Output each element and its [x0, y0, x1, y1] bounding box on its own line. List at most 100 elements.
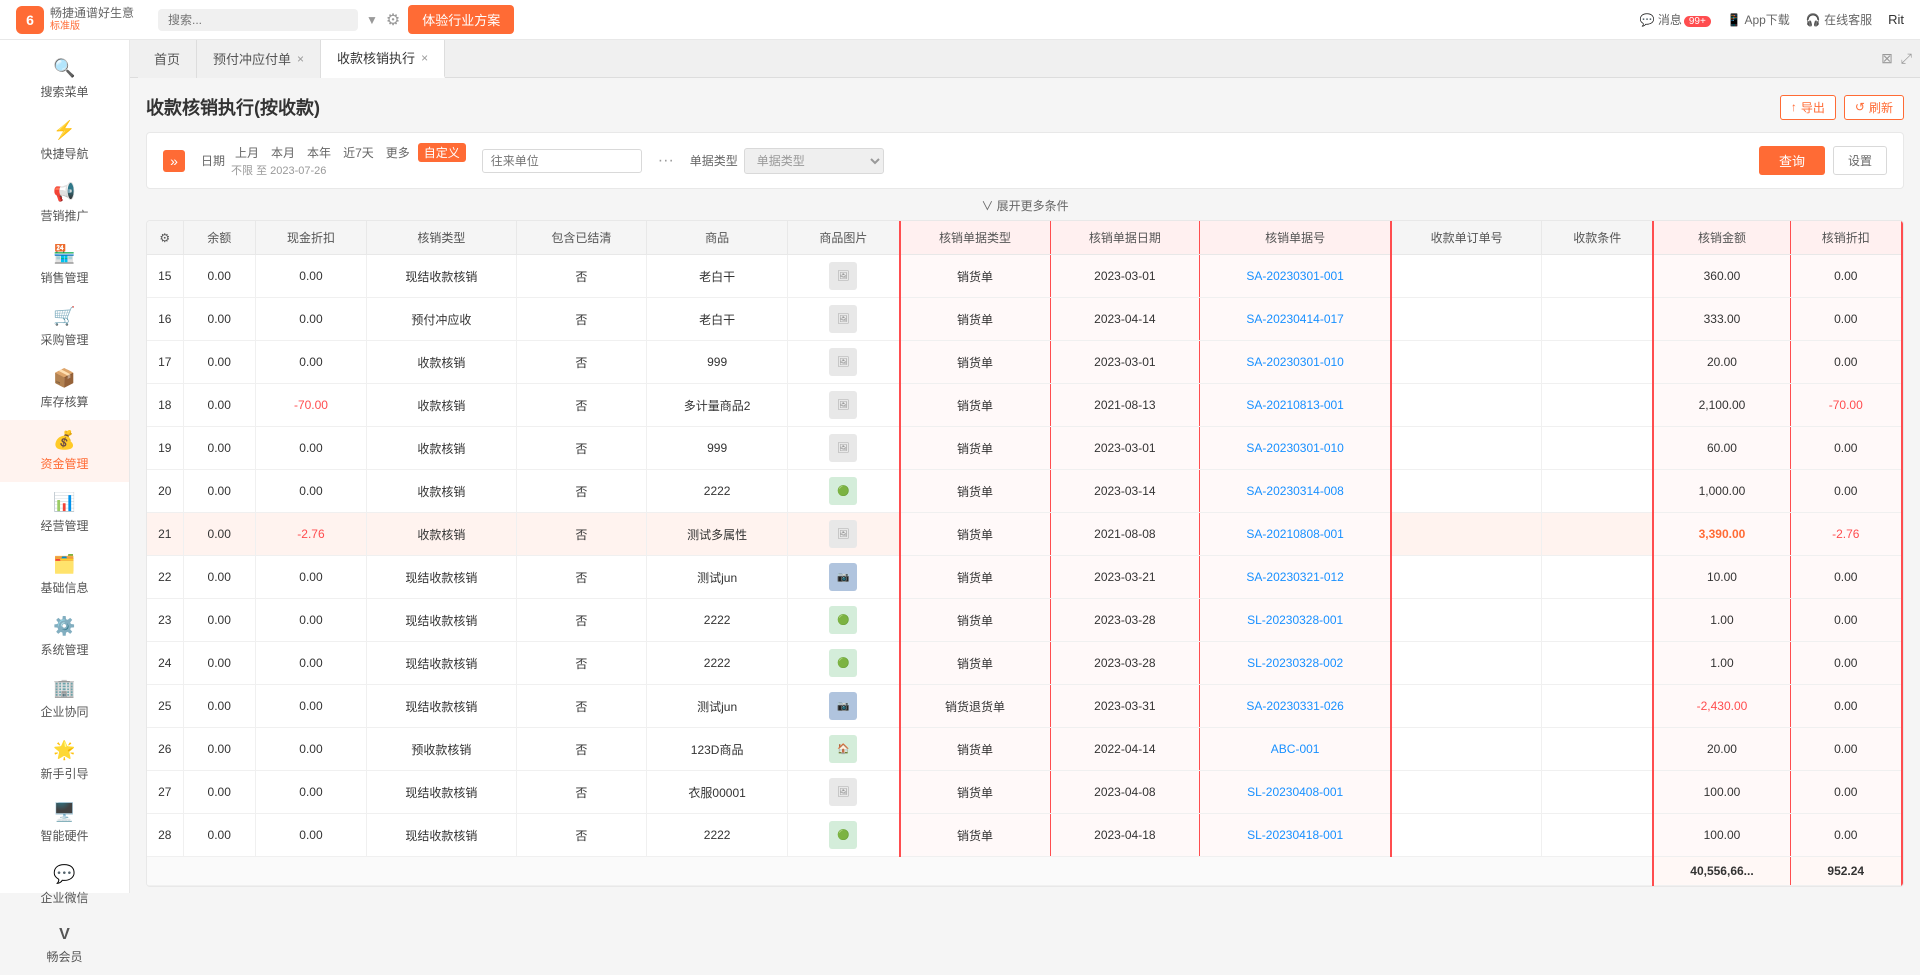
tab-receipt-close[interactable]: × — [421, 51, 428, 65]
col-gear[interactable]: ⚙ — [147, 221, 183, 255]
date-7days[interactable]: 近7天 — [339, 143, 378, 162]
cell-goods-img: 🖼 — [788, 298, 900, 341]
cell-bill-no[interactable]: SA-20230331-026 — [1200, 685, 1391, 728]
date-cur-month[interactable]: 本月 — [267, 143, 299, 162]
sidebar-item-member[interactable]: V 畅会员 — [0, 916, 129, 975]
cell-bill-no[interactable]: SA-20230301-010 — [1200, 341, 1391, 384]
sidebar-item-system[interactable]: ⚙️ 系统管理 — [0, 606, 129, 668]
sidebar-item-quicknav[interactable]: ⚡ 快捷导航 — [0, 110, 129, 172]
cell-include-settled: 否 — [516, 298, 646, 341]
date-prev-month[interactable]: 上月 — [231, 143, 263, 162]
cell-include-settled: 否 — [516, 771, 646, 814]
bill-no-link[interactable]: SA-20230301-010 — [1246, 441, 1343, 455]
sidebar-item-corp[interactable]: 🏢 企业协同 — [0, 668, 129, 730]
expand-more-btn[interactable]: ∨ 展开更多条件 — [981, 199, 1068, 213]
cell-cash-discount: 0.00 — [255, 685, 366, 728]
cell-bill-no[interactable]: SL-20230408-001 — [1200, 771, 1391, 814]
cell-receipt-cond — [1542, 427, 1654, 470]
cell-bill-no[interactable]: SL-20230418-001 — [1200, 814, 1391, 857]
cell-bill-no[interactable]: SL-20230328-001 — [1200, 599, 1391, 642]
sidebar-item-purchase[interactable]: 🛒 采购管理 — [0, 296, 129, 358]
counterpart-input[interactable] — [482, 149, 642, 173]
tab-prepay[interactable]: 预付冲应付单 × — [197, 40, 321, 78]
cell-bill-no[interactable]: SA-20210813-001 — [1200, 384, 1391, 427]
col-cancel-amt: 核销金额 — [1653, 221, 1790, 255]
settings-button[interactable]: 设置 — [1833, 146, 1887, 175]
tab-close-all-icon[interactable]: ⊠ — [1881, 50, 1893, 67]
cell-cancel-amt: 10.00 — [1653, 556, 1790, 599]
bill-no-link[interactable]: SA-20230321-012 — [1246, 570, 1343, 584]
cell-bill-no[interactable]: SL-20230328-002 — [1200, 642, 1391, 685]
query-button[interactable]: 查询 — [1759, 146, 1825, 175]
bill-no-link[interactable]: SA-20230414-017 — [1246, 312, 1343, 326]
cell-bill-no[interactable]: SA-20230414-017 — [1200, 298, 1391, 341]
cell-cash-discount: 0.00 — [255, 728, 366, 771]
sidebar-item-hardware[interactable]: 🖥️ 智能硬件 — [0, 792, 129, 854]
bill-no-link[interactable]: SA-20230331-026 — [1246, 699, 1343, 713]
cell-cash-discount: 0.00 — [255, 470, 366, 513]
cell-receipt-order — [1391, 728, 1541, 771]
date-more[interactable]: 更多 — [382, 143, 414, 162]
bill-no-link[interactable]: SA-20230301-010 — [1246, 355, 1343, 369]
table-row: 27 0.00 0.00 现结收款核销 否 衣服00001 🖼 销货单 2023… — [147, 771, 1902, 814]
cell-bill-no[interactable]: SA-20230301-010 — [1200, 427, 1391, 470]
cell-goods: 老白干 — [647, 255, 788, 298]
message-icon[interactable]: 💬 消息99+ — [1640, 11, 1711, 28]
bill-no-link[interactable]: SL-20230328-002 — [1247, 656, 1343, 670]
bill-no-link[interactable]: SA-20230301-001 — [1246, 269, 1343, 283]
footer-spacer — [147, 857, 1653, 886]
bill-no-link[interactable]: SL-20230408-001 — [1247, 785, 1343, 799]
search-input[interactable] — [158, 9, 358, 31]
bill-type-select[interactable]: 单据类型 — [744, 148, 884, 174]
sidebar-item-finance[interactable]: 💰 资金管理 — [0, 420, 129, 482]
online-service-link[interactable]: 🎧 在线客服 — [1806, 11, 1872, 28]
filter-expand-btn[interactable]: » — [163, 150, 185, 172]
sidebar-item-sales[interactable]: 🏪 销售管理 — [0, 234, 129, 296]
date-custom[interactable]: 自定义 — [418, 143, 466, 162]
filter-dots[interactable]: ··· — [658, 152, 674, 170]
bill-no-link[interactable]: SA-20210813-001 — [1246, 398, 1343, 412]
cell-bill-no[interactable]: SA-20210808-001 — [1200, 513, 1391, 556]
sidebar-item-marketing[interactable]: 📢 营销推广 — [0, 172, 129, 234]
bill-no-link[interactable]: ABC-001 — [1271, 742, 1320, 756]
cell-bill-no[interactable]: SA-20230301-001 — [1200, 255, 1391, 298]
bill-no-link[interactable]: SA-20230314-008 — [1246, 484, 1343, 498]
tab-prepay-close[interactable]: × — [297, 52, 304, 66]
cell-cancel-disc: 0.00 — [1790, 599, 1902, 642]
footer-cancel-disc: 952.24 — [1790, 857, 1902, 886]
sidebar-item-search[interactable]: 🔍 搜索菜单 — [0, 48, 129, 110]
bill-no-link[interactable]: SL-20230328-001 — [1247, 613, 1343, 627]
basic-icon: 🗂️ — [53, 554, 75, 575]
bill-no-link[interactable]: SL-20230418-001 — [1247, 828, 1343, 842]
filter-date: 上月 本月 本年 近7天 更多 自定义 不限 至 2023-07-26 — [231, 143, 466, 178]
cell-bill-no[interactable]: ABC-001 — [1200, 728, 1391, 771]
cell-goods: 测试jun — [647, 556, 788, 599]
cell-receipt-order — [1391, 255, 1541, 298]
cell-cancel-amt: 1.00 — [1653, 599, 1790, 642]
sidebar-item-guide[interactable]: 🌟 新手引导 — [0, 730, 129, 792]
table-row: 28 0.00 0.00 现结收款核销 否 2222 🟢 销货单 2023-04… — [147, 814, 1902, 857]
export-button[interactable]: ↑ 导出 — [1780, 95, 1836, 120]
tab-receipt[interactable]: 收款核销执行 × — [321, 40, 445, 78]
cell-seq: 19 — [147, 427, 183, 470]
cell-bill-no[interactable]: SA-20230321-012 — [1200, 556, 1391, 599]
sidebar-item-wechat[interactable]: 💬 企业微信 — [0, 854, 129, 916]
app-download-link[interactable]: 📱 App下载 — [1727, 11, 1790, 28]
cell-bill-type: 销货单 — [900, 771, 1050, 814]
cell-cancel-amt: 1.00 — [1653, 642, 1790, 685]
tab-home[interactable]: 首页 — [138, 40, 197, 78]
cell-receipt-cond — [1542, 771, 1654, 814]
sidebar-item-inventory[interactable]: 📦 库存核算 — [0, 358, 129, 420]
sidebar-item-business[interactable]: 📊 经营管理 — [0, 482, 129, 544]
sidebar-label-guide: 新手引导 — [40, 765, 88, 782]
cell-bill-no[interactable]: SA-20230314-008 — [1200, 470, 1391, 513]
date-cur-year[interactable]: 本年 — [303, 143, 335, 162]
refresh-button[interactable]: ↺ 刷新 — [1844, 95, 1904, 120]
tab-expand-icon[interactable]: ⤢ — [1901, 50, 1912, 67]
bill-no-link[interactable]: SA-20210808-001 — [1246, 527, 1343, 541]
marketing-icon: 📢 — [53, 182, 75, 203]
sidebar-item-basic[interactable]: 🗂️ 基础信息 — [0, 544, 129, 606]
export-icon: ↑ — [1791, 100, 1797, 114]
cell-receipt-order — [1391, 599, 1541, 642]
industry-btn[interactable]: 体验行业方案 — [408, 5, 514, 34]
